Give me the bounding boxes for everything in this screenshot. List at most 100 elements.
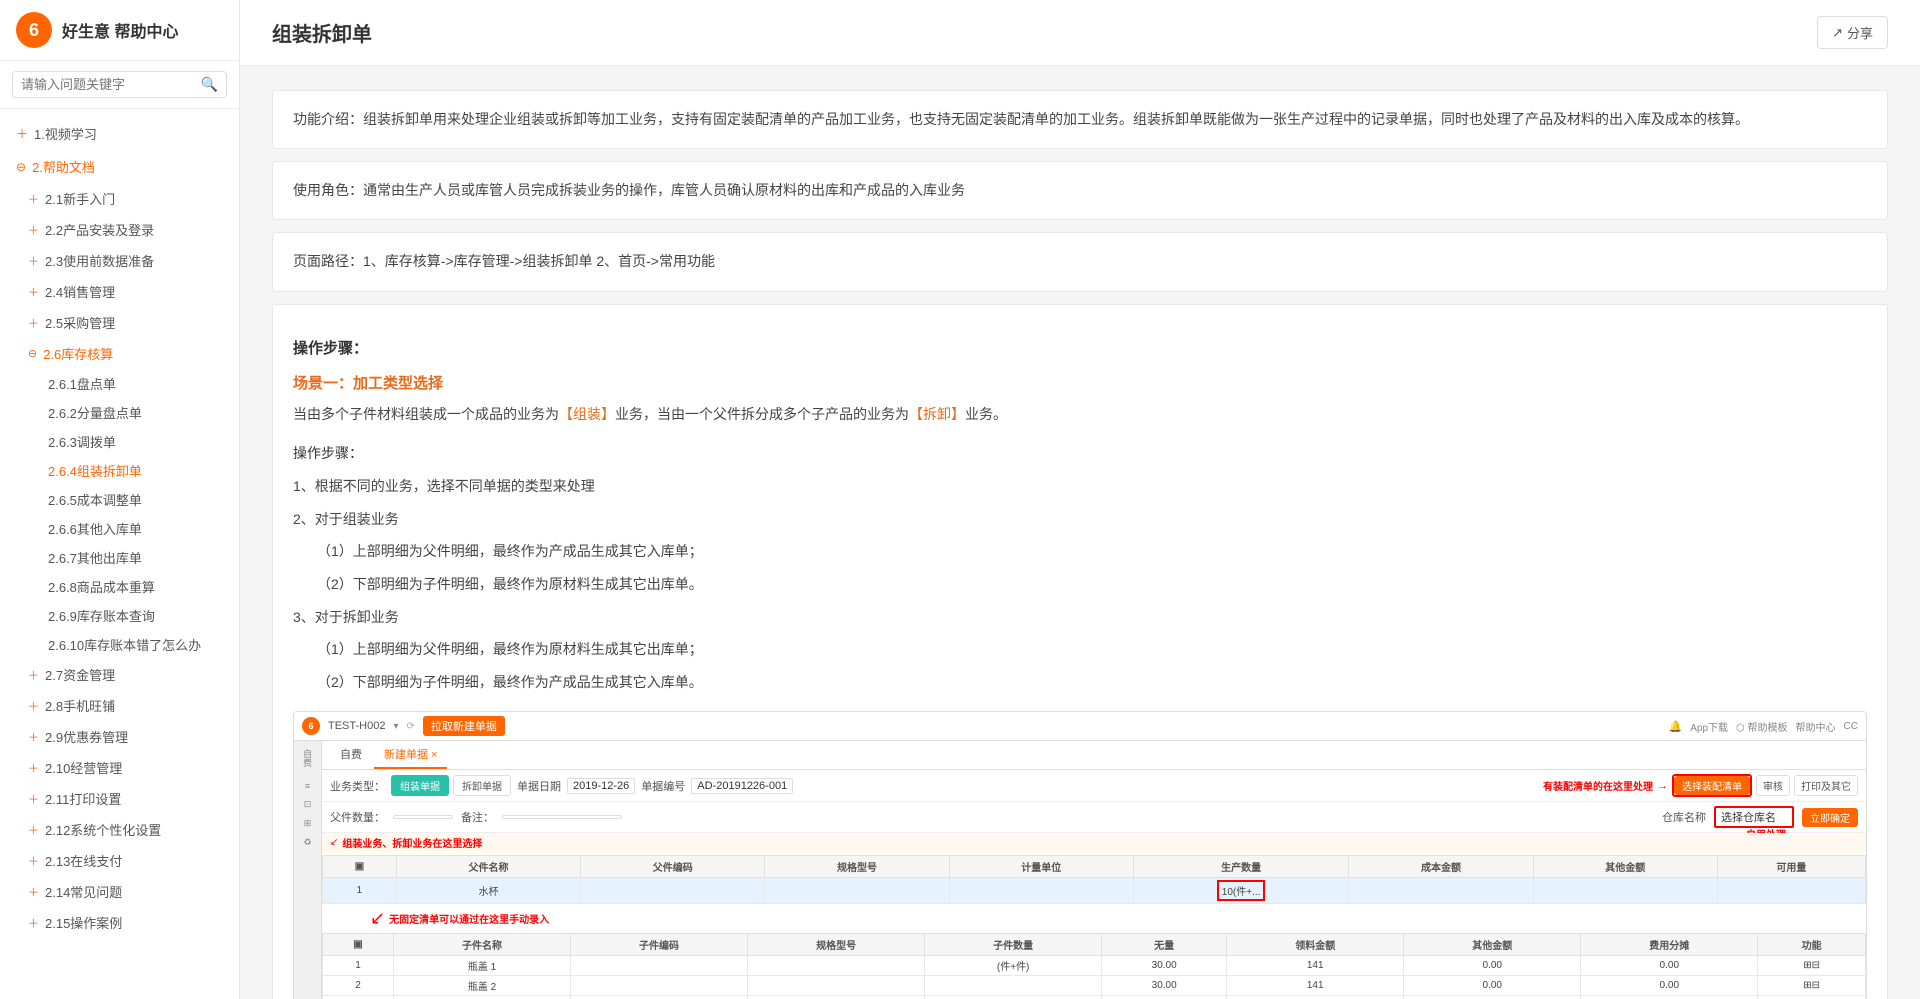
step2-2: （2）下部明细为子件明细，最终作为原材料生成其它出库单。 xyxy=(293,571,1867,598)
sidebar-item-cost-adjust[interactable]: 2.6.5成本调整单 xyxy=(40,485,239,514)
search-wrap: 🔍 xyxy=(12,71,227,98)
table-row: 2 瓶盖 2 30.00 141 0.00 xyxy=(323,976,1866,996)
mock-sidebar-icon1: 自费 xyxy=(301,745,314,771)
sidebar-item-system[interactable]: ＋ 2.12系统个性化设置 xyxy=(28,814,239,845)
screenshot-area: 6 TEST-H002 ▾ ⟳ 拉取新建单据 🔔 App下载 ⬡ 帮助模板 帮助… xyxy=(293,711,1867,999)
sidebar-item-capital[interactable]: ＋ 2.7资金管理 xyxy=(28,659,239,690)
mock-td-spec xyxy=(765,878,949,904)
mock-td-cost-val xyxy=(1349,878,1533,904)
share-button[interactable]: ↗ 分享 xyxy=(1817,16,1888,49)
mock-lth-qty: 子件数量 xyxy=(925,934,1102,956)
sub-plus-icon: ＋ xyxy=(28,791,39,807)
nav-group-docs: ⊖ 2.帮助文档 ＋ 2.1新手入门 ＋ 2.2产品安装及登录 ＋ 2.3使用前… xyxy=(0,150,239,938)
page-title: 组装拆卸单 xyxy=(272,18,372,47)
mock-qty-label: 父件数量： xyxy=(330,809,385,825)
sidebar-item-install[interactable]: ＋ 2.2产品安装及登录 xyxy=(28,214,239,245)
mock-lth-action: 功能 xyxy=(1758,934,1866,956)
plus-icon: ＋ xyxy=(16,125,28,142)
steps-heading: 操作步骤： xyxy=(293,337,1867,358)
mock-th-qty: 生产数量 xyxy=(1133,856,1348,878)
mock-id-input[interactable]: AD-20191226-001 xyxy=(691,778,793,794)
sidebar-item-transfer[interactable]: 2.6.3调拨单 xyxy=(40,427,239,456)
mock-bom-select-btn-wrap: 选择装配清单 xyxy=(1672,774,1752,797)
role-box: 使用角色：通常由生产人员或库管人员完成拆装业务的操作，库管人员确认原材料的出库和… xyxy=(272,161,1888,220)
mock-tab-new[interactable]: 新建单据 × xyxy=(374,741,447,769)
logo-icon: 6 xyxy=(16,12,52,48)
mock-th-other: 其他金额 xyxy=(1533,856,1717,878)
mock-tab-zifei[interactable]: 自费 xyxy=(330,741,372,769)
sidebar-item-other-out[interactable]: 2.6.7其他出库单 xyxy=(40,543,239,572)
sidebar: 6 好生意 帮助中心 🔍 ＋ 1.视频学习 ⊖ 2.帮助文档 ＋ 2 xyxy=(0,0,240,999)
sidebar-item-print[interactable]: ＋ 2.11打印设置 xyxy=(28,783,239,814)
steps-block: 操作步骤： 场景一：加工类型选择 当由多个子件材料组装成一个成品的业务为【组装】… xyxy=(272,304,1888,999)
annotation-text-1: 有装配清单的在这里处理 xyxy=(1543,778,1653,793)
mock-lth-name: 子件名称 xyxy=(394,934,571,956)
mock-warehouse-input[interactable]: 选择仓库名 xyxy=(1714,806,1794,828)
sidebar-item-inventory[interactable]: ⊖ 2.6库存核算 xyxy=(28,338,239,369)
mock-audit-btn[interactable]: 审核 xyxy=(1756,775,1790,796)
search-input[interactable] xyxy=(21,77,201,92)
sidebar-item-other-in[interactable]: 2.6.6其他入库单 xyxy=(40,514,239,543)
mock-type-assemble-btn[interactable]: 组装单据 xyxy=(391,775,449,796)
mock-bom-select-btn[interactable]: 选择装配清单 xyxy=(1674,776,1750,795)
mock-date-input[interactable]: 2019-12-26 xyxy=(567,778,635,794)
step2-1: （1）上部明细为父件明细，最终作为产成品生成其它入库单； xyxy=(293,538,1867,565)
mock-main-area: 自费 ≡ ⊡ ⊞ ♻ 自费 新建单据 × xyxy=(294,741,1866,999)
step3: 3、对于拆卸业务 xyxy=(293,604,1867,631)
mock-dropdown-icon: ▾ xyxy=(393,721,398,732)
mock-confirm-btn[interactable]: 立即确定 xyxy=(1802,808,1858,827)
sub-plus-icon: ＋ xyxy=(28,284,39,300)
search-box: 🔍 xyxy=(0,61,239,109)
sidebar-item-data[interactable]: ＋ 2.3使用前数据准备 xyxy=(28,245,239,276)
share-icon: ↗ xyxy=(1832,25,1843,41)
mock-sidebar-icon5: ♻ xyxy=(303,837,311,848)
sidebar-item-ledger-query[interactable]: 2.6.9库存账本查询 xyxy=(40,601,239,630)
mock-th-avail: 可用量 xyxy=(1717,856,1865,878)
sub-plus-icon: ＋ xyxy=(28,822,39,838)
table-row: 1 瓶盖 1 (件+件) 30.00 141 0.00 xyxy=(323,956,1866,976)
main-area: 组装拆卸单 ↗ 分享 功能介绍：组装拆卸单用来处理企业组装或拆卸等加工业务，支持… xyxy=(240,0,1920,999)
mock-qty-input[interactable] xyxy=(393,815,453,819)
mock-th-parent-code: 父件编码 xyxy=(581,856,765,878)
sidebar-item-payment[interactable]: ＋ 2.13在线支付 xyxy=(28,845,239,876)
sidebar-item-mobile[interactable]: ＋ 2.8手机旺铺 xyxy=(28,690,239,721)
sidebar-item-stocktake[interactable]: 2.6.1盘点单 xyxy=(40,369,239,398)
main-content: 功能介绍：组装拆卸单用来处理企业组装或拆卸等加工业务，支持有固定装配清单的产品加… xyxy=(240,66,1920,999)
step3-2: （2）下部明细为子件明细，最终作为产成品生成其它入库单。 xyxy=(293,669,1867,696)
mock-help-tpl-icon: ⬡ 帮助模板 xyxy=(1736,719,1788,734)
sidebar-item-beginner[interactable]: ＋ 2.1新手入门 xyxy=(28,183,239,214)
mock-th-unit: 计量单位 xyxy=(949,856,1133,878)
sidebar-item-operations[interactable]: ＋ 2.10经营管理 xyxy=(28,752,239,783)
sub-plus-icon: ＋ xyxy=(28,698,39,714)
step2: 2、对于组装业务 xyxy=(293,506,1867,533)
mock-print-btn[interactable]: 打印及其它 xyxy=(1794,775,1858,796)
mock-tab-bar: 自费 新建单据 × xyxy=(322,741,1866,770)
scene-desc: 当由多个子件材料组装成一个成品的业务为【组装】业务，当由一个父件拆分成多个子产品… xyxy=(293,401,1867,428)
sidebar-item-video[interactable]: ＋ 1.视频学习 xyxy=(0,117,239,150)
sidebar-item-assembly[interactable]: 2.6.4组装拆卸单 xyxy=(40,456,239,485)
sidebar-item-sales[interactable]: ＋ 2.4销售管理 xyxy=(28,276,239,307)
sidebar-item-cost-recalc[interactable]: 2.6.8商品成本重算 xyxy=(40,572,239,601)
sidebar-item-purchase[interactable]: ＋ 2.5采购管理 xyxy=(28,307,239,338)
sidebar-item-docs[interactable]: ⊖ 2.帮助文档 xyxy=(0,150,239,183)
sidebar-item-faq[interactable]: ＋ 2.14常见问题 xyxy=(28,876,239,907)
annotation-text-4: 无固定清单可以通过在这里手动录入 xyxy=(389,911,549,926)
step-label: 操作步骤： xyxy=(293,443,1867,463)
mock-new-doc-btn[interactable]: 拉取新建单据 xyxy=(423,716,505,736)
sub-plus-icon: ＋ xyxy=(28,853,39,869)
sidebar-item-ledger-fix[interactable]: 2.6.10库存账本错了怎么办 xyxy=(40,630,239,659)
intro-box: 功能介绍：组装拆卸单用来处理企业组装或拆卸等加工业务，支持有固定装配清单的产品加… xyxy=(272,90,1888,149)
sidebar-item-cases[interactable]: ＋ 2.15操作案例 xyxy=(28,907,239,938)
mock-lth-code: 子件编码 xyxy=(571,934,748,956)
sidebar-item-partial-stocktake[interactable]: 2.6.2分量盘点单 xyxy=(40,398,239,427)
sidebar-header: 6 好生意 帮助中心 xyxy=(0,0,239,61)
mock-type-disassemble-btn[interactable]: 拆卸单据 xyxy=(453,775,511,796)
mock-th-parent-name: 父件名称 xyxy=(396,856,580,878)
table-row: 1 水杯 10(件+... xyxy=(323,878,1866,904)
search-icon[interactable]: 🔍 xyxy=(201,76,218,93)
intro-text: 功能介绍：组装拆卸单用来处理企业组装或拆卸等加工业务，支持有固定装配清单的产品加… xyxy=(293,111,1749,127)
sidebar-item-coupon[interactable]: ＋ 2.9优惠券管理 xyxy=(28,721,239,752)
mock-upper-table-area: ▣ 父件名称 父件编码 规格型号 计量单位 生产数量 成本金额 其他金额 xyxy=(322,853,1866,906)
mock-screenshot: 6 TEST-H002 ▾ ⟳ 拉取新建单据 🔔 App下载 ⬡ 帮助模板 帮助… xyxy=(294,712,1866,999)
mock-remark-input[interactable] xyxy=(502,815,622,819)
